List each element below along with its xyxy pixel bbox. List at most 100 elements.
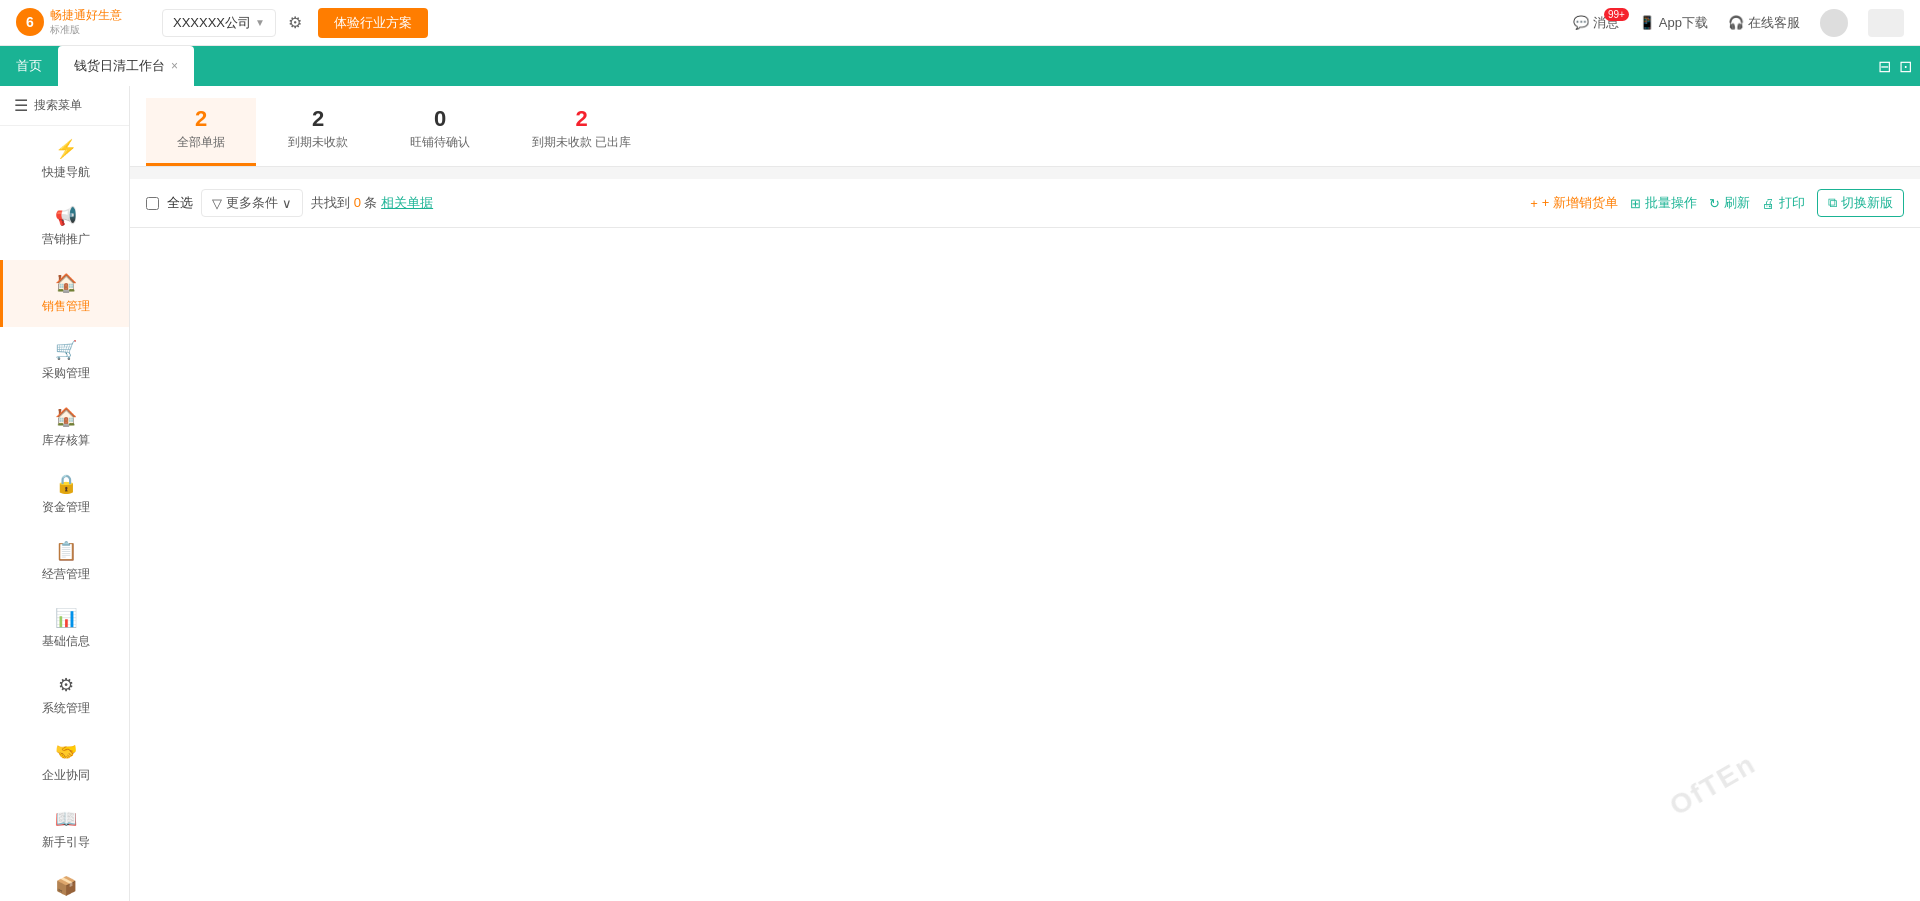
batch-operation-button[interactable]: ⊞ 批量操作 [1630,194,1697,212]
sidebar-item-base[interactable]: 📊 基础信息 [0,595,129,662]
stat-overdue-shipped-label: 到期未收款 已出库 [532,134,631,151]
switch-label: 切换新版 [1841,194,1893,212]
switch-new-version-button[interactable]: ⧉ 切换新版 [1817,189,1904,217]
add-btn-label: + 新增销货单 [1542,194,1618,212]
select-all-checkbox-area[interactable]: 全选 [146,194,193,212]
stat-overdue-unpaid-num: 2 [312,106,324,132]
top-right-area: 💬 消息 99+ 📱 App下载 🎧 在线客服 [1573,9,1904,37]
cooperation-icon: 🤝 [55,741,77,763]
sidebar-item-label: 经营管理 [42,566,90,583]
logo-area: 6 畅捷通好生意 标准版 [16,8,146,36]
tab-close-icon[interactable]: × [171,59,178,73]
sidebar-item-label: 系统管理 [42,700,90,717]
tab-workbench[interactable]: 钱货日清工作台 × [58,46,194,86]
finance-icon: 🔒 [55,473,77,495]
home-tab-label: 首页 [16,57,42,75]
marketing-icon: 📢 [55,205,77,227]
online-service-button[interactable]: 🎧 在线客服 [1728,14,1800,32]
minimize-icon[interactable]: ⊟ [1878,57,1891,76]
company-selector[interactable]: XXXXXX公司 ▼ [162,9,276,37]
trial-button[interactable]: 体验行业方案 [318,8,428,38]
print-label: 打印 [1779,194,1805,212]
messages-button[interactable]: 💬 消息 99+ [1573,14,1619,32]
add-sales-order-button[interactable]: + + 新增销货单 [1530,194,1618,212]
found-unit: 条 [364,195,377,210]
found-count-area: 共找到 0 条 相关单据 [311,194,433,212]
message-icon: 💬 [1573,15,1589,30]
stat-overdue-unpaid-label: 到期未收款 [288,134,348,151]
sidebar-item-quick-nav[interactable]: ⚡ 快捷导航 [0,126,129,193]
settings-icon[interactable]: ⚙ [284,9,306,36]
refresh-button[interactable]: ↻ 刷新 [1709,194,1750,212]
print-icon: 🖨 [1762,196,1775,211]
sidebar-item-label: 库存核算 [42,432,90,449]
stat-wangpu-num: 0 [434,106,446,132]
sidebar-item-system[interactable]: ⚙ 系统管理 [0,662,129,729]
sidebar-item-label: 企业协同 [42,767,90,784]
filter-icon: ▽ [212,196,222,211]
nav-tabs: 首页 钱货日清工作台 × ⊟ ⊡ [0,46,1920,86]
sidebar-item-purchase[interactable]: 🛒 采购管理 [0,327,129,394]
sidebar-item-label: 新手引导 [42,834,90,851]
stat-tab-overdue-shipped[interactable]: 2 到期未收款 已出库 [502,98,661,166]
more-filter-label: 更多条件 [226,194,278,212]
sidebar-item-inventory[interactable]: 🏠 库存核算 [0,394,129,461]
brand-tag: 标准版 [50,23,122,37]
toolbar-right: + + 新增销货单 ⊞ 批量操作 ↻ 刷新 🖨 打印 ⧉ 切换新版 [1530,189,1904,217]
sidebar-item-apps[interactable]: 📦 应用中心 [0,863,129,901]
sidebar-item-finance[interactable]: 🔒 资金管理 [0,461,129,528]
main-content: 2 全部单据 2 到期未收款 0 旺铺待确认 2 到期未收款 已出库 全选 [130,86,1920,901]
sales-icon: 🏠 [55,272,77,294]
related-bills-button[interactable]: 相关单据 [381,195,433,210]
quick-nav-icon: ⚡ [55,138,77,160]
table-area [130,228,1920,901]
message-badge: 99+ [1604,8,1629,21]
stat-tab-overdue-unpaid[interactable]: 2 到期未收款 [258,98,378,166]
online-service-label: 在线客服 [1748,14,1800,32]
company-name: XXXXXX公司 [173,14,251,32]
stat-wangpu-label: 旺铺待确认 [410,134,470,151]
chevron-down-icon: ▼ [255,17,265,28]
sidebar-item-label: 营销推广 [42,231,90,248]
app-download-button[interactable]: 📱 App下载 [1639,14,1708,32]
purchase-icon: 🛒 [55,339,77,361]
sidebar: ☰ 搜索菜单 ⚡ 快捷导航 📢 营销推广 🏠 销售管理 🛒 采购管理 🏠 库存核… [0,86,130,901]
sidebar-item-cooperation[interactable]: 🤝 企业协同 [0,729,129,796]
sidebar-item-sales[interactable]: 🏠 销售管理 [0,260,129,327]
workbench-tab-label: 钱货日清工作台 [74,57,165,75]
maximize-icon[interactable]: ⊡ [1899,57,1912,76]
avatar[interactable] [1820,9,1848,37]
stat-tab-all[interactable]: 2 全部单据 [146,98,256,166]
tab-home[interactable]: 首页 [0,46,58,86]
more-filter-button[interactable]: ▽ 更多条件 ∨ [201,189,303,217]
user-name-area[interactable] [1868,9,1904,37]
inventory-icon: 🏠 [55,406,77,428]
operations-icon: 📋 [55,540,77,562]
sidebar-item-operations[interactable]: 📋 经营管理 [0,528,129,595]
batch-label: 批量操作 [1645,194,1697,212]
select-all-checkbox[interactable] [146,197,159,210]
brand-name: 畅捷通好生意 [50,8,122,22]
apps-icon: 📦 [55,875,77,897]
logo-icon: 6 [16,8,44,36]
switch-icon: ⧉ [1828,195,1837,211]
sidebar-item-label: 采购管理 [42,365,90,382]
sidebar-item-marketing[interactable]: 📢 营销推广 [0,193,129,260]
refresh-label: 刷新 [1724,194,1750,212]
select-all-label: 全选 [167,194,193,212]
sidebar-item-label: 快捷导航 [42,164,90,181]
search-menu[interactable]: ☰ 搜索菜单 [0,86,129,126]
sidebar-item-label: 基础信息 [42,633,90,650]
found-count-num: 0 [354,195,361,210]
layout: ☰ 搜索菜单 ⚡ 快捷导航 📢 营销推广 🏠 销售管理 🛒 采购管理 🏠 库存核… [0,86,1920,901]
sidebar-item-guide[interactable]: 📖 新手引导 [0,796,129,863]
refresh-icon: ↻ [1709,196,1720,211]
system-icon: ⚙ [58,674,74,696]
search-icon: ☰ [14,96,28,115]
print-button[interactable]: 🖨 打印 [1762,194,1805,212]
top-bar: 6 畅捷通好生意 标准版 XXXXXX公司 ▼ ⚙ 体验行业方案 💬 消息 99… [0,0,1920,46]
stat-tab-wangpu[interactable]: 0 旺铺待确认 [380,98,500,166]
guide-icon: 📖 [55,808,77,830]
download-icon: 📱 [1639,15,1655,30]
stat-overdue-shipped-num: 2 [576,106,588,132]
